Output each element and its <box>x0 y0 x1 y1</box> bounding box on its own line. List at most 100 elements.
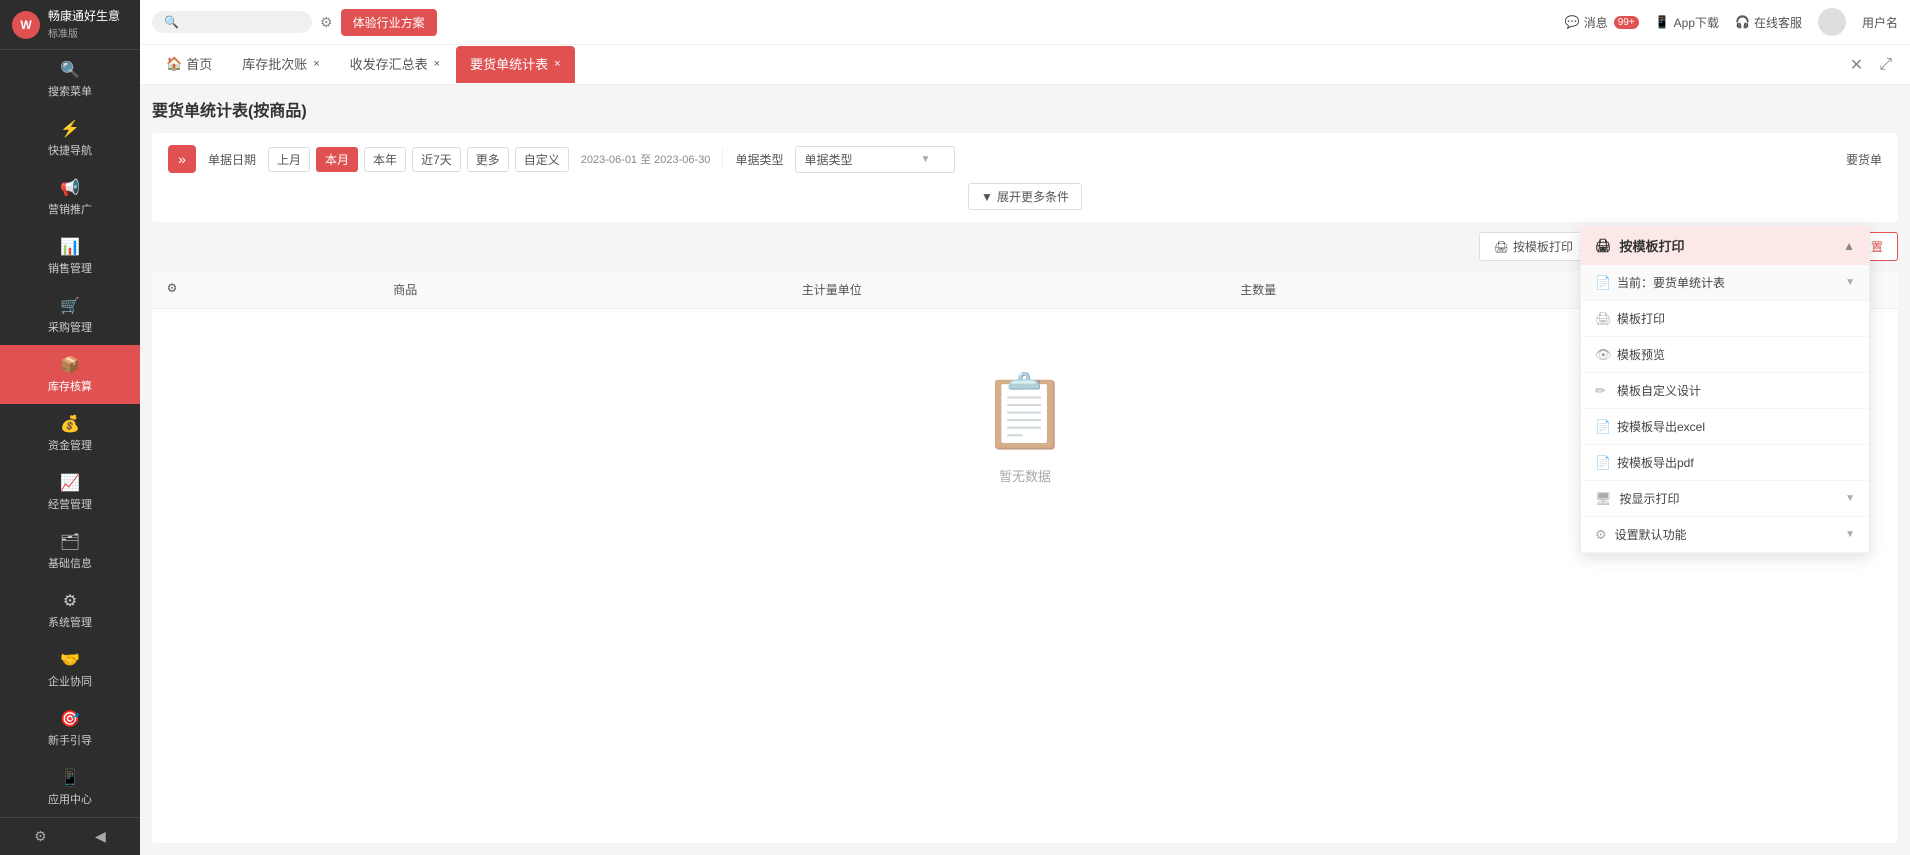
tpl-preview-item-label: 模板预览 <box>1617 346 1665 363</box>
sidebar-item-sales[interactable]: 📊 销售管理 <box>0 227 140 286</box>
main-content: 🔍 ⚙ 体验行业方案 💬 消息 99+ 📱 App下载 🎧 在线客服 用户名 <box>140 0 1910 855</box>
finance-icon: 💰 <box>60 414 80 434</box>
sidebar-footer: ⚙ ◀ <box>0 817 140 855</box>
tpl-dropdown-title-group: 🖨 按模板打印 <box>1595 236 1685 255</box>
tab-recv-summary[interactable]: 收发存汇总表 × <box>336 46 454 83</box>
tab-order-stats-close[interactable]: × <box>554 58 560 70</box>
tpl-display-print-arrow: ▼ <box>1845 493 1855 504</box>
sidebar-item-app-center[interactable]: 📱 应用中心 <box>0 758 140 817</box>
tab-recv-summary-close[interactable]: × <box>434 58 440 70</box>
date-btn-this-year[interactable]: 本年 <box>364 147 406 172</box>
th-settings[interactable]: ⚙ <box>152 281 192 298</box>
order-type-placeholder: 单据类型 <box>804 151 852 168</box>
sidebar-item-newbie[interactable]: 🎯 新手引导 <box>0 699 140 758</box>
user-avatar[interactable] <box>1818 8 1846 36</box>
filter-expand-icon[interactable]: » <box>168 145 196 173</box>
tpl-export-excel-icon: 📄 <box>1595 419 1611 435</box>
sidebar-item-search[interactable]: 🔍 搜索菜单 <box>0 50 140 109</box>
sidebar-item-inventory[interactable]: 📦 库存核算 <box>0 345 140 404</box>
tpl-preview-item[interactable]: 👁 模板预览 <box>1581 337 1869 373</box>
tpl-export-pdf-label: 按模板导出pdf <box>1617 454 1694 471</box>
inventory-icon: 📦 <box>60 355 80 375</box>
sidebar-item-corp-collab[interactable]: 🤝 企业协同 <box>0 640 140 699</box>
sidebar-item-label: 快捷导航 <box>48 142 92 158</box>
collapse-footer-icon[interactable]: ◀ <box>95 828 106 845</box>
date-btn-7days[interactable]: 近7天 <box>412 147 461 172</box>
sidebar-item-finance[interactable]: 💰 资金管理 <box>0 404 140 463</box>
tab-stock-batch-close[interactable]: × <box>313 58 319 70</box>
tpl-display-print-section[interactable]: 🖥 按显示打印 ▼ <box>1581 481 1869 517</box>
topbar-search-icon: 🔍 <box>164 15 179 29</box>
tabs-bar: 🏠 首页 库存批次账 × 收发存汇总表 × 要货单统计表 × ✕ ⤢ <box>140 45 1910 85</box>
tab-order-stats[interactable]: 要货单统计表 × <box>456 46 574 83</box>
app-download-label: App下载 <box>1674 14 1719 31</box>
tpl-default-func-section[interactable]: ⚙ 设置默认功能 ▼ <box>1581 517 1869 553</box>
sidebar-item-label: 经营管理 <box>48 496 92 512</box>
tpl-export-excel-item[interactable]: 📄 按模板导出excel <box>1581 409 1869 445</box>
date-btn-more[interactable]: 更多 <box>467 147 509 172</box>
order-type-label: 单据类型 <box>735 151 783 168</box>
tab-stock-batch[interactable]: 库存批次账 × <box>228 46 333 83</box>
expand-icon: ▼ <box>981 190 993 204</box>
sidebar-item-label: 新手引导 <box>48 732 92 748</box>
topbar-search[interactable]: 🔍 <box>152 11 312 33</box>
topbar-gear-icon[interactable]: ⚙ <box>320 14 333 31</box>
date-btn-custom[interactable]: 自定义 <box>515 147 569 172</box>
tpl-preview-icon: 👁 <box>1595 347 1612 363</box>
sidebar-item-label: 系统管理 <box>48 614 92 630</box>
tpl-display-print-label: 按显示打印 <box>1620 490 1680 507</box>
message-btn[interactable]: 💬 消息 99+ <box>1565 14 1639 31</box>
app-version: 标准版 <box>48 25 120 40</box>
sidebar-item-label: 库存核算 <box>48 378 92 394</box>
tpl-default-func-icon: ⚙ <box>1595 527 1607 543</box>
tpl-dropdown-header[interactable]: 🖨 按模板打印 ▲ <box>1581 226 1869 265</box>
tpl-current-arrow: ▼ <box>1845 277 1855 288</box>
sidebar: W 畅康通好生意 标准版 🔍 搜索菜单 ⚡ 快捷导航 📢 营销推广 📊 销售管理… <box>0 0 140 855</box>
sidebar-item-label: 应用中心 <box>48 791 92 807</box>
order-type-select[interactable]: 单据类型 ▼ <box>795 146 955 173</box>
app-logo: W 畅康通好生意 标准版 <box>0 0 140 50</box>
settings-footer-icon[interactable]: ⚙ <box>34 828 47 845</box>
tpl-export-pdf-icon: 📄 <box>1595 455 1611 471</box>
app-download-btn[interactable]: 📱 App下载 <box>1655 14 1719 31</box>
date-btn-this-month[interactable]: 本月 <box>316 147 358 172</box>
tpl-print-item[interactable]: 🖨 模板打印 <box>1581 301 1869 337</box>
message-badge: 99+ <box>1614 16 1639 29</box>
sidebar-item-operations[interactable]: 📈 经营管理 <box>0 463 140 522</box>
tpl-dropdown: 🖨 按模板打印 ▲ 📄 当前：要货单统计表 ▼ 🖨 模板打印 👁 模板预览 <box>1580 225 1870 554</box>
tab-close-all-btn[interactable]: ✕ <box>1844 53 1869 77</box>
industry-btn[interactable]: 体验行业方案 <box>341 9 437 36</box>
sidebar-item-basics[interactable]: 🗂 基础信息 <box>0 522 140 581</box>
expand-more-btn[interactable]: ▼ 展开更多条件 <box>968 183 1082 210</box>
tab-home[interactable]: 🏠 首页 <box>152 46 226 83</box>
date-btn-last-month[interactable]: 上月 <box>268 147 310 172</box>
online-service-btn[interactable]: 🎧 在线客服 <box>1735 14 1802 31</box>
tpl-export-pdf-item[interactable]: 📄 按模板导出pdf <box>1581 445 1869 481</box>
sidebar-item-label: 营销推广 <box>48 201 92 217</box>
tpl-design-item[interactable]: ✏ 模板自定义设计 <box>1581 373 1869 409</box>
sidebar-item-quick-nav[interactable]: ⚡ 快捷导航 <box>0 109 140 168</box>
sidebar-item-label: 采购管理 <box>48 319 92 335</box>
sidebar-item-system[interactable]: ⚙ 系统管理 <box>0 581 140 640</box>
tpl-current-item[interactable]: 📄 当前：要货单统计表 ▼ <box>1581 265 1869 301</box>
sidebar-item-label: 企业协同 <box>48 673 92 689</box>
marketing-icon: 📢 <box>60 178 80 198</box>
tabs-right: ✕ ⤢ <box>1844 53 1898 77</box>
tpl-dropdown-collapse-icon[interactable]: ▲ <box>1843 239 1855 253</box>
sidebar-item-label: 基础信息 <box>48 555 92 571</box>
tpl-design-item-label: 模板自定义设计 <box>1617 382 1701 399</box>
tpl-dropdown-title: 按模板打印 <box>1620 236 1685 255</box>
sidebar-item-label: 资金管理 <box>48 437 92 453</box>
home-icon: 🏠 <box>166 56 182 72</box>
sidebar-item-marketing[interactable]: 📢 营销推广 <box>0 168 140 227</box>
basics-icon: 🗂 <box>60 532 80 552</box>
online-service-label: 在线客服 <box>1754 14 1802 31</box>
tpl-display-print-icon: 🖥 <box>1595 491 1612 507</box>
tab-expand-btn[interactable]: ⤢ <box>1873 54 1898 76</box>
filter-separator-1 <box>722 149 723 169</box>
filter-row: » 单据日期 上月 本月 本年 近7天 更多 自定义 2023-06-01 至 … <box>168 145 1882 173</box>
sidebar-item-purchase[interactable]: 🛒 采购管理 <box>0 286 140 345</box>
order-goods-label: 要货单 <box>1846 151 1882 168</box>
date-range-display: 2023-06-01 至 2023-06-30 <box>581 151 711 167</box>
empty-state-text: 暂无数据 <box>999 466 1051 485</box>
